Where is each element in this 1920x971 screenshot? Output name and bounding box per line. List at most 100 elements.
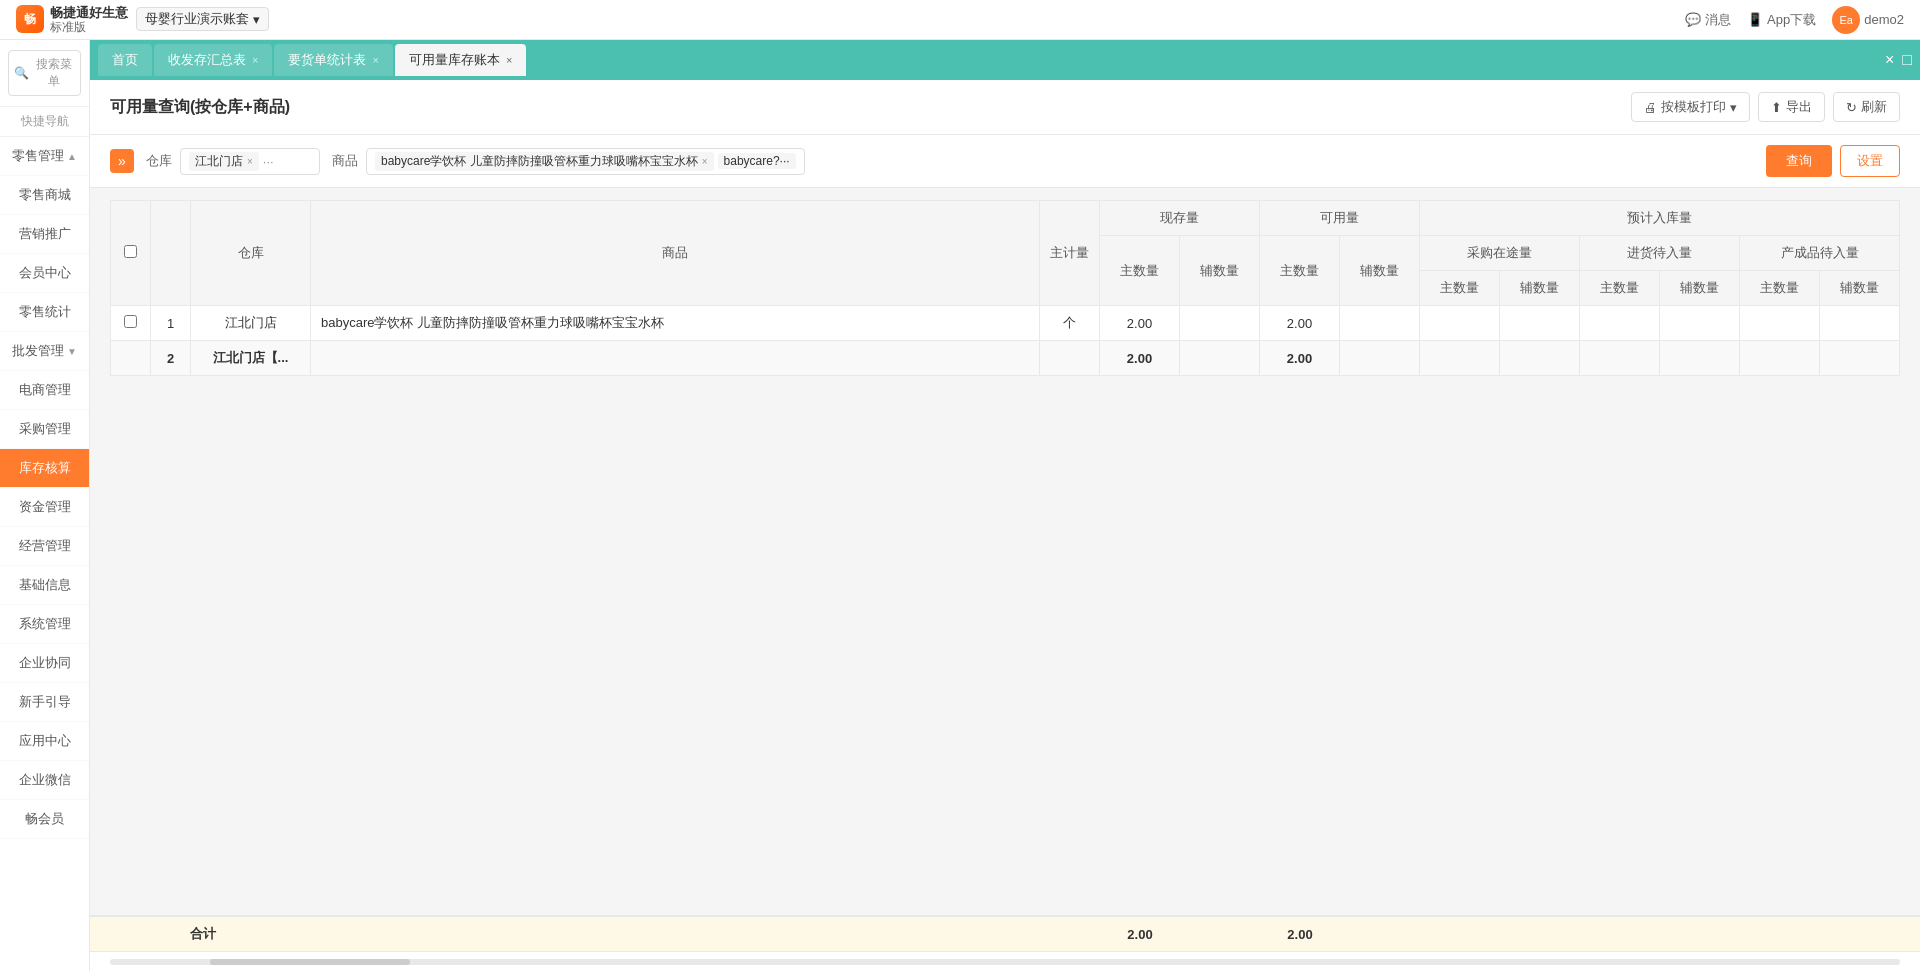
row-checkbox[interactable] bbox=[124, 315, 137, 328]
page-header: 可用量查询(按仓库+商品) 🖨 按模板打印 ▾ ⬆ 导出 ↻ 刷新 bbox=[90, 80, 1920, 135]
th-unit: 主计量 bbox=[1040, 201, 1100, 306]
scroll-bar-area bbox=[90, 951, 1920, 971]
sidebar-item-retail-stats[interactable]: 零售统计 bbox=[0, 293, 89, 332]
tab-maximize-btn[interactable]: □ bbox=[1902, 51, 1912, 69]
subtotal-stock-aux bbox=[1180, 341, 1260, 376]
sidebar-item-enterprise-collab[interactable]: 企业协同 bbox=[0, 644, 89, 683]
sidebar-item-finance-mgmt[interactable]: 资金管理 bbox=[0, 488, 89, 527]
sidebar-item-operations-mgmt[interactable]: 经营管理 bbox=[0, 527, 89, 566]
subtotal-unit bbox=[1040, 341, 1100, 376]
chevron-icon: ▲ bbox=[67, 151, 77, 162]
warehouse-input-group[interactable]: 江北门店 × ··· bbox=[180, 148, 320, 175]
content-area: 首页 收发存汇总表 × 要货单统计表 × 可用量库存账本 × × □ bbox=[90, 40, 1920, 971]
tab-bar-actions: × □ bbox=[1885, 51, 1912, 69]
th-avail-aux: 辅数量 bbox=[1340, 236, 1420, 306]
table-row: 1 江北门店 babycare学饮杯 儿童防摔防撞吸管杯重力球吸嘴杯宝宝水杯 个… bbox=[111, 306, 1900, 341]
footer-unit-cell bbox=[1040, 925, 1100, 943]
footer-table: 合计 2.00 2.00 bbox=[110, 925, 1900, 943]
message-btn[interactable]: 💬 消息 bbox=[1685, 11, 1731, 29]
top-bar: 畅 畅捷通好生意 标准版 母婴行业演示账套 ▾ 💬 消息 📱 App下载 Ea … bbox=[0, 0, 1920, 40]
brand-text: 畅捷通好生意 标准版 bbox=[50, 5, 128, 35]
query-btn[interactable]: 查询 bbox=[1766, 145, 1832, 177]
cell-purchase-main bbox=[1420, 306, 1500, 341]
th-purchase-aux: 辅数量 bbox=[1500, 271, 1580, 306]
table-footer: 合计 2.00 2.00 bbox=[90, 915, 1920, 951]
subtotal-stock-main: 2.00 bbox=[1100, 341, 1180, 376]
tab-close-available[interactable]: × bbox=[506, 54, 512, 66]
sidebar-item-member-plus[interactable]: 畅会员 bbox=[0, 800, 89, 839]
tab-receive-summary[interactable]: 收发存汇总表 × bbox=[154, 44, 272, 76]
refresh-icon: ↻ bbox=[1846, 100, 1857, 115]
subtotal-checkbox bbox=[111, 341, 151, 376]
cell-checkbox bbox=[111, 306, 151, 341]
th-production-main: 主数量 bbox=[1740, 271, 1820, 306]
sidebar-item-purchase-mgmt[interactable]: 采购管理 bbox=[0, 410, 89, 449]
sidebar-item-member-center[interactable]: 会员中心 bbox=[0, 254, 89, 293]
chevron-down-icon: ▾ bbox=[1730, 100, 1737, 115]
sidebar-item-inventory-check[interactable]: 库存核算 bbox=[0, 449, 89, 488]
sidebar-item-app-center[interactable]: 应用中心 bbox=[0, 722, 89, 761]
subtotal-production-main bbox=[1740, 341, 1820, 376]
tab-close-window-btn[interactable]: × bbox=[1885, 51, 1894, 69]
cell-avail-main: 2.00 bbox=[1260, 306, 1340, 341]
filter-toggle-btn[interactable]: » bbox=[110, 149, 134, 173]
th-production-group: 产成品待入量 bbox=[1740, 236, 1900, 271]
tab-available-stock[interactable]: 可用量库存账本 × bbox=[395, 44, 526, 76]
warehouse-tag: 江北门店 × bbox=[189, 152, 259, 171]
industry-selector[interactable]: 母婴行业演示账套 ▾ bbox=[136, 7, 269, 31]
scroll-thumb[interactable] bbox=[210, 959, 410, 965]
subtotal-avail-aux bbox=[1340, 341, 1420, 376]
sidebar-item-new-guide[interactable]: 新手引导 bbox=[0, 683, 89, 722]
sidebar-item-retail-mall[interactable]: 零售商城 bbox=[0, 176, 89, 215]
settings-btn[interactable]: 设置 bbox=[1840, 145, 1900, 177]
sidebar-item-basic-info[interactable]: 基础信息 bbox=[0, 566, 89, 605]
th-production-aux: 辅数量 bbox=[1820, 271, 1900, 306]
refresh-btn[interactable]: ↻ 刷新 bbox=[1833, 92, 1900, 122]
select-all-checkbox[interactable] bbox=[124, 245, 137, 258]
sidebar-item-enterprise-wechat[interactable]: 企业微信 bbox=[0, 761, 89, 800]
tab-close-order[interactable]: × bbox=[372, 54, 378, 66]
tab-close-receive[interactable]: × bbox=[252, 54, 258, 66]
top-bar-left: 畅 畅捷通好生意 标准版 母婴行业演示账套 ▾ bbox=[16, 5, 269, 35]
app-download-btn[interactable]: 📱 App下载 bbox=[1747, 11, 1816, 29]
tab-home[interactable]: 首页 bbox=[98, 44, 152, 76]
search-menu-btn[interactable]: 🔍 搜索菜单 bbox=[8, 50, 81, 96]
user-profile[interactable]: Ea demo2 bbox=[1832, 6, 1904, 34]
cell-purchase-aux bbox=[1500, 306, 1580, 341]
brand-logo: 畅 畅捷通好生意 标准版 bbox=[16, 5, 128, 35]
sidebar-item-ecommerce-mgmt[interactable]: 电商管理 bbox=[0, 371, 89, 410]
cell-warehouse: 江北门店 bbox=[191, 306, 311, 341]
footer-purchase-main bbox=[1420, 925, 1500, 943]
footer-purchase-aux bbox=[1500, 925, 1580, 943]
th-planned-group: 预计入库量 bbox=[1420, 201, 1900, 236]
sidebar-item-marketing[interactable]: 营销推广 bbox=[0, 215, 89, 254]
th-stock-aux: 辅数量 bbox=[1180, 236, 1260, 306]
filter-bar: » 仓库 江北门店 × ··· 商品 bbox=[90, 135, 1920, 188]
warehouse-filter-field: 仓库 江北门店 × ··· bbox=[146, 148, 320, 175]
sidebar-item-system-mgmt[interactable]: 系统管理 bbox=[0, 605, 89, 644]
footer-no-cell bbox=[150, 925, 190, 943]
th-incoming-aux: 辅数量 bbox=[1660, 271, 1740, 306]
subtotal-purchase-main bbox=[1420, 341, 1500, 376]
cell-stock-main: 2.00 bbox=[1100, 306, 1180, 341]
table-area: 仓库 商品 主计量 现存量 可用量 预计入库量 主数量 辅数量 主数量 辅数量 bbox=[90, 188, 1920, 915]
th-product: 商品 bbox=[311, 201, 1040, 306]
th-warehouse: 仓库 bbox=[191, 201, 311, 306]
product-input-group[interactable]: babycare学饮杯 儿童防摔防撞吸管杯重力球吸嘴杯宝宝水杯 × babyca… bbox=[366, 148, 805, 175]
sidebar-item-wholesale-mgmt[interactable]: 批发管理 ▼ bbox=[0, 332, 89, 371]
filter-actions: 查询 设置 bbox=[1766, 145, 1900, 177]
th-incoming-main: 主数量 bbox=[1580, 271, 1660, 306]
sidebar: 🔍 搜索菜单 快捷导航 零售管理 ▲ 零售商城 营销推广 会员中心 零售统计 批… bbox=[0, 40, 90, 971]
search-icon: 🔍 bbox=[14, 66, 29, 80]
cell-production-main bbox=[1740, 306, 1820, 341]
template-print-btn[interactable]: 🖨 按模板打印 ▾ bbox=[1631, 92, 1750, 122]
warehouse-dots[interactable]: ··· bbox=[263, 154, 274, 169]
scroll-track[interactable] bbox=[110, 959, 1900, 965]
product-tag1-remove[interactable]: × bbox=[702, 156, 708, 167]
product-tag-1: babycare学饮杯 儿童防摔防撞吸管杯重力球吸嘴杯宝宝水杯 × bbox=[375, 152, 714, 171]
warehouse-tag-remove[interactable]: × bbox=[247, 156, 253, 167]
tab-order-stats[interactable]: 要货单统计表 × bbox=[274, 44, 392, 76]
export-btn[interactable]: ⬆ 导出 bbox=[1758, 92, 1825, 122]
sidebar-item-retail-mgmt[interactable]: 零售管理 ▲ bbox=[0, 137, 89, 176]
th-purchase-group: 采购在途量 bbox=[1420, 236, 1580, 271]
